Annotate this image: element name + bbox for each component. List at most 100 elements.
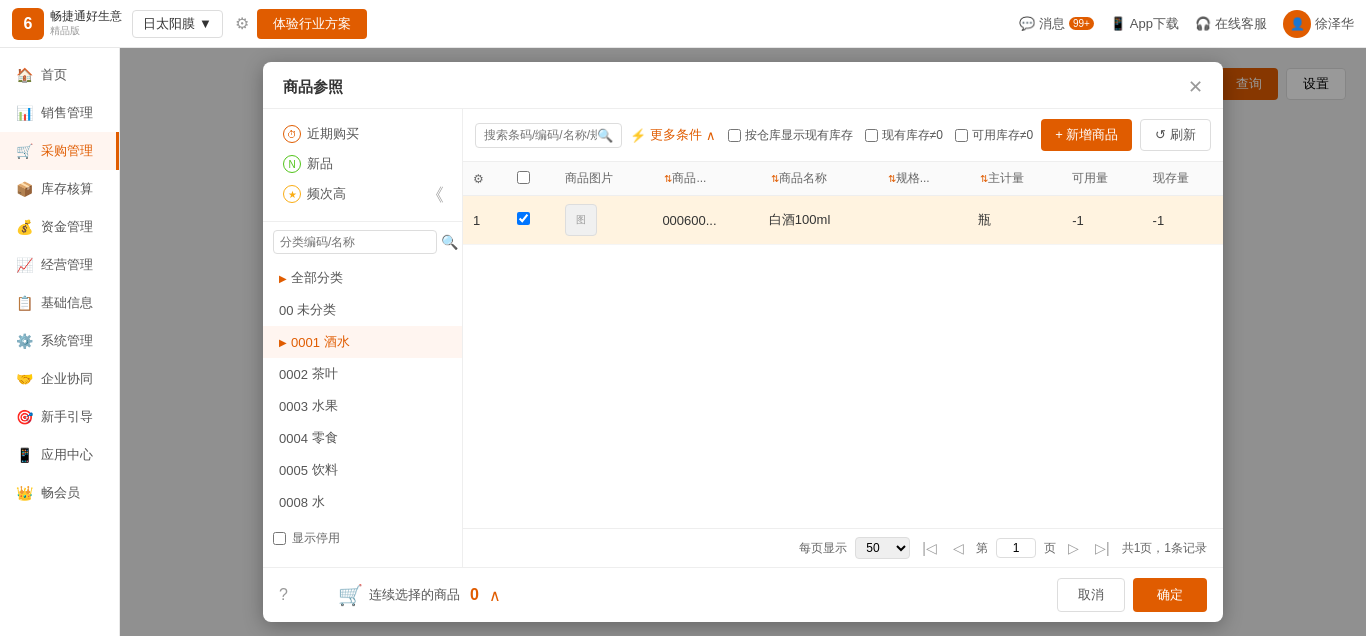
- row-checkbox[interactable]: [517, 212, 530, 225]
- quick-access-area: ⏱ 近期购买 N 新品 ★ 频次高: [263, 119, 462, 217]
- sidebar-item-guide[interactable]: 🎯 新手引导: [0, 398, 119, 436]
- gear-icon[interactable]: ⚙: [235, 14, 249, 33]
- td-available: -1: [1062, 196, 1142, 245]
- settings-icon[interactable]: ⚙: [473, 172, 484, 186]
- cart-collapse-icon[interactable]: ∧: [489, 586, 501, 605]
- last-page-button[interactable]: ▷|: [1091, 538, 1114, 558]
- sidebar-item-operation[interactable]: 📈 经营管理: [0, 246, 119, 284]
- category-item-0003[interactable]: 0003 水果: [263, 390, 462, 422]
- filter-icon: ⚡: [630, 128, 646, 143]
- trial-button[interactable]: 体验行业方案: [257, 9, 367, 39]
- th-settings[interactable]: ⚙: [463, 162, 507, 196]
- collapse-panel-button[interactable]: 《: [418, 181, 452, 209]
- per-page-select[interactable]: 50 10 20 100: [855, 537, 910, 559]
- product-search-bar[interactable]: 🔍: [475, 123, 622, 148]
- more-filter-button[interactable]: ⚡ 更多条件 ∧: [630, 126, 716, 144]
- modal-overlay: 商品参照 ✕ ⏱ 近期购买: [120, 48, 1366, 636]
- sidebar-item-member[interactable]: 👑 畅会员: [0, 474, 119, 512]
- category-item-all[interactable]: ▶ 全部分类: [263, 262, 462, 294]
- top-nav: 6 畅捷通好生意 精品版 日太阳膜 ▼ ⚙ 体验行业方案 💬 消息 99+ 📱 …: [0, 0, 1366, 48]
- th-name[interactable]: ⇅商品名称: [759, 162, 876, 196]
- add-product-button[interactable]: + 新增商品: [1041, 119, 1132, 151]
- checkbox-available-stock[interactable]: 现有库存≠0: [865, 127, 943, 144]
- modal-header: 商品参照 ✕: [263, 62, 1223, 109]
- search-icon[interactable]: 🔍: [597, 128, 613, 143]
- th-checkbox[interactable]: [507, 162, 554, 196]
- category-search-button[interactable]: 🔍: [441, 234, 458, 250]
- quick-item-frequent[interactable]: ★ 频次高: [273, 179, 369, 209]
- user-avatar[interactable]: 👤 徐泽华: [1283, 10, 1354, 38]
- sidebar-item-finance[interactable]: 💰 资金管理: [0, 208, 119, 246]
- sidebar-item-inventory[interactable]: 📦 库存核算: [0, 170, 119, 208]
- modal-body: ⏱ 近期购买 N 新品 ★ 频次高: [263, 109, 1223, 567]
- message-icon: 💬: [1019, 16, 1035, 31]
- avatar: 👤: [1283, 10, 1311, 38]
- collab-icon: 🤝: [16, 371, 33, 387]
- category-item-0001[interactable]: ▶ 0001 酒水: [263, 326, 462, 358]
- main-layout: 🏠 首页 📊 销售管理 🛒 采购管理 📦 库存核算 💰 资金管理 📈 经营管理 …: [0, 48, 1366, 636]
- app-download-nav[interactable]: 📱 App下载: [1110, 15, 1179, 33]
- help-icon[interactable]: ?: [279, 586, 288, 604]
- table-row[interactable]: 1 图 000600...: [463, 196, 1223, 245]
- system-icon: ⚙️: [16, 333, 33, 349]
- product-search-input[interactable]: [484, 128, 597, 142]
- right-panel: 🔍 ⚡ 更多条件 ∧ 按仓库显示现有库存: [463, 109, 1223, 567]
- store-selector[interactable]: 日太阳膜 ▼: [132, 10, 223, 38]
- table-scroll[interactable]: ⚙ 商品图片 ⇅商品... ⇅商品名称 ⇅规格... ⇅主计量 可用量: [463, 162, 1223, 528]
- sidebar-item-purchase[interactable]: 🛒 采购管理: [0, 132, 119, 170]
- chevron-down-icon: ▼: [199, 16, 212, 31]
- modal-close-button[interactable]: ✕: [1188, 76, 1203, 98]
- sidebar-item-home[interactable]: 🏠 首页: [0, 56, 119, 94]
- select-all-checkbox[interactable]: [517, 171, 530, 184]
- checkbox-usable-stock[interactable]: 可用库存≠0: [955, 127, 1033, 144]
- inventory-icon: 📦: [16, 181, 33, 197]
- sidebar-item-basic[interactable]: 📋 基础信息: [0, 284, 119, 322]
- purchase-icon: 🛒: [16, 143, 33, 159]
- prev-page-button[interactable]: ◁: [949, 538, 968, 558]
- logo-area: 6 畅捷通好生意 精品版: [12, 8, 132, 40]
- total-info: 共1页，1条记录: [1122, 540, 1207, 557]
- next-page-button[interactable]: ▷: [1064, 538, 1083, 558]
- sidebar-item-sales[interactable]: 📊 销售管理: [0, 94, 119, 132]
- show-disabled-checkbox[interactable]: [273, 532, 286, 545]
- td-name: 白酒100ml: [759, 196, 876, 245]
- cart-icon[interactable]: 🛒: [338, 583, 363, 607]
- checkbox-warehouse-stock[interactable]: 按仓库显示现有库存: [728, 127, 853, 144]
- sidebar-item-system[interactable]: ⚙️ 系统管理: [0, 322, 119, 360]
- quick-item-new[interactable]: N 新品: [273, 149, 369, 179]
- page-number-input[interactable]: [996, 538, 1036, 558]
- th-available: 可用量: [1062, 162, 1142, 196]
- new-icon: N: [283, 155, 301, 173]
- th-spec[interactable]: ⇅规格...: [876, 162, 968, 196]
- refresh-button[interactable]: ↺ 刷新: [1140, 119, 1211, 151]
- guide-icon: 🎯: [16, 409, 33, 425]
- td-code: 000600...: [652, 196, 758, 245]
- quick-item-recent[interactable]: ⏱ 近期购买: [273, 119, 369, 149]
- category-item-00[interactable]: 00 未分类: [263, 294, 462, 326]
- finance-icon: 💰: [16, 219, 33, 235]
- message-nav[interactable]: 💬 消息 99+: [1019, 15, 1094, 33]
- category-item-0008[interactable]: 0008 水: [263, 486, 462, 518]
- td-checkbox[interactable]: [507, 196, 554, 245]
- online-service-nav[interactable]: 🎧 在线客服: [1195, 15, 1267, 33]
- th-unit[interactable]: ⇅主计量: [968, 162, 1063, 196]
- th-stock: 现存量: [1143, 162, 1223, 196]
- category-search-row: 🔍: [263, 226, 462, 258]
- th-code[interactable]: ⇅商品...: [652, 162, 758, 196]
- divider: [263, 221, 462, 222]
- cancel-button[interactable]: 取消: [1057, 578, 1125, 612]
- category-search-input[interactable]: [273, 230, 437, 254]
- sidebar-item-apps[interactable]: 📱 应用中心: [0, 436, 119, 474]
- category-item-0004[interactable]: 0004 零食: [263, 422, 462, 454]
- product-table: ⚙ 商品图片 ⇅商品... ⇅商品名称 ⇅规格... ⇅主计量 可用量: [463, 162, 1223, 245]
- sales-icon: 📊: [16, 105, 33, 121]
- first-page-button[interactable]: |◁: [918, 538, 941, 558]
- confirm-button[interactable]: 确定: [1133, 578, 1207, 612]
- sidebar-item-collab[interactable]: 🤝 企业协同: [0, 360, 119, 398]
- operation-icon: 📈: [16, 257, 33, 273]
- logo-text: 畅捷通好生意: [50, 9, 122, 25]
- category-item-0005[interactable]: 0005 饮料: [263, 454, 462, 486]
- table-header: ⚙ 商品图片 ⇅商品... ⇅商品名称 ⇅规格... ⇅主计量 可用量: [463, 162, 1223, 196]
- home-icon: 🏠: [16, 67, 33, 83]
- category-item-0002[interactable]: 0002 茶叶: [263, 358, 462, 390]
